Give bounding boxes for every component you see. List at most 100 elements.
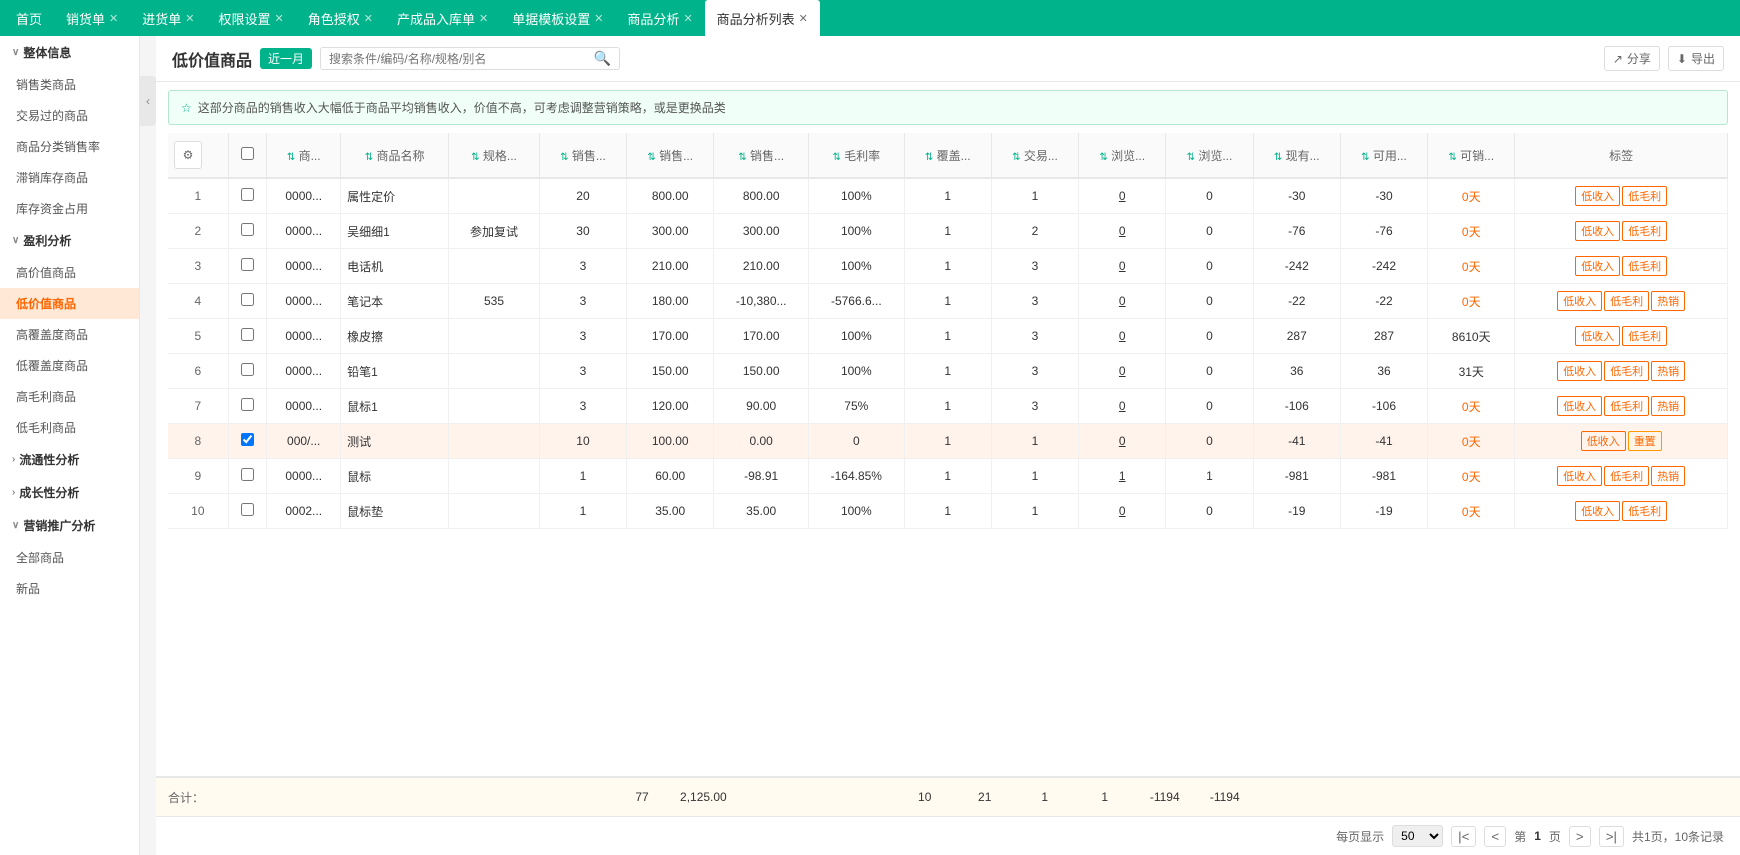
footer-spacer6 bbox=[735, 786, 815, 808]
sidebar-item-stock-fund[interactable]: 库存资金占用 bbox=[0, 193, 139, 224]
sidebar-item-traded-goods[interactable]: 交易过的商品 bbox=[0, 100, 139, 131]
col-current-stock[interactable]: ⇅ 现有... bbox=[1253, 133, 1340, 178]
cell-code: 0000... bbox=[267, 284, 341, 319]
total-records: 共1页，10条记录 bbox=[1632, 828, 1724, 845]
sidebar-item-low-profit[interactable]: 低毛利商品 bbox=[0, 412, 139, 443]
nav-analysis-list[interactable]: 商品分析列表 ✕ bbox=[705, 0, 820, 36]
first-page-button[interactable]: |< bbox=[1451, 826, 1476, 847]
sidebar-item-high-value[interactable]: 高价值商品 bbox=[0, 257, 139, 288]
share-button[interactable]: ↗ 分享 bbox=[1604, 46, 1660, 71]
nav-analysis-close[interactable]: ✕ bbox=[683, 12, 692, 25]
col-sellable[interactable]: ⇅ 可销... bbox=[1428, 133, 1515, 178]
row-checkbox[interactable] bbox=[241, 398, 254, 411]
cell-current-stock: -106 bbox=[1253, 389, 1340, 424]
sidebar-group-overall-title[interactable]: ∨ 整体信息 bbox=[0, 36, 139, 69]
views1-link[interactable]: 1 bbox=[1119, 469, 1126, 483]
nav-purchase[interactable]: 进货单 ✕ bbox=[130, 0, 206, 36]
settings-button[interactable]: ⚙ bbox=[174, 141, 202, 169]
nav-analysis-list-close[interactable]: ✕ bbox=[799, 12, 808, 25]
table-container: ⚙ ⇅ 商... ⇅ 商品名称 ⇅ 规格... ⇅ 销售... ⇅ 销售... … bbox=[156, 133, 1740, 776]
nav-sales[interactable]: 销货单 ✕ bbox=[54, 0, 130, 36]
search-icon[interactable]: 🔍 bbox=[594, 50, 611, 67]
nav-permissions-close[interactable]: ✕ bbox=[275, 12, 284, 25]
col-margin[interactable]: ⇅ 毛利率 bbox=[808, 133, 904, 178]
cell-sales-amount: 170.00 bbox=[627, 319, 714, 354]
sidebar-item-low-value[interactable]: 低价值商品 bbox=[0, 288, 139, 319]
nav-permissions[interactable]: 权限设置 ✕ bbox=[206, 0, 295, 36]
nav-template-close[interactable]: ✕ bbox=[594, 12, 603, 25]
sidebar-toggle[interactable]: ‹ bbox=[140, 76, 156, 126]
sidebar-item-high-profit[interactable]: 高毛利商品 bbox=[0, 381, 139, 412]
views1-link[interactable]: 0 bbox=[1119, 259, 1126, 273]
cell-coverage: 1 bbox=[904, 424, 991, 459]
col-spec[interactable]: ⇅ 规格... bbox=[449, 133, 540, 178]
row-checkbox[interactable] bbox=[241, 433, 254, 446]
select-all-checkbox[interactable] bbox=[241, 147, 254, 160]
col-coverage[interactable]: ⇅ 覆盖... bbox=[904, 133, 991, 178]
per-page-select[interactable]: 50 100 200 bbox=[1392, 825, 1443, 847]
nav-sales-close[interactable]: ✕ bbox=[109, 12, 118, 25]
cell-sales-amount: 100.00 bbox=[627, 424, 714, 459]
sidebar-group-marketing-title[interactable]: ∨ 营销推广分析 bbox=[0, 509, 139, 542]
row-checkbox[interactable] bbox=[241, 223, 254, 236]
sidebar-group-growth-title[interactable]: › 成长性分析 bbox=[0, 476, 139, 509]
row-checkbox[interactable] bbox=[241, 293, 254, 306]
views1-link[interactable]: 0 bbox=[1119, 434, 1126, 448]
sort-icon-stock: ⇅ bbox=[1274, 152, 1282, 163]
cell-available: -22 bbox=[1340, 284, 1427, 319]
prev-page-button[interactable]: < bbox=[1484, 826, 1506, 847]
last-page-button[interactable]: >| bbox=[1599, 826, 1624, 847]
time-filter[interactable]: 近一月 bbox=[260, 48, 312, 69]
sidebar-item-slow-goods[interactable]: 滞销库存商品 bbox=[0, 162, 139, 193]
col-views2[interactable]: ⇅ 浏览... bbox=[1166, 133, 1253, 178]
views1-link[interactable]: 0 bbox=[1119, 329, 1126, 343]
sidebar-item-category-sales[interactable]: 商品分类销售率 bbox=[0, 131, 139, 162]
nav-template[interactable]: 单据模板设置 ✕ bbox=[500, 0, 615, 36]
col-trade[interactable]: ⇅ 交易... bbox=[991, 133, 1078, 178]
row-checkbox[interactable] bbox=[241, 188, 254, 201]
nav-warehouse-close[interactable]: ✕ bbox=[479, 12, 488, 25]
cell-code: 0000... bbox=[267, 319, 341, 354]
cell-margin: 100% bbox=[808, 494, 904, 529]
row-checkbox[interactable] bbox=[241, 503, 254, 516]
views1-link[interactable]: 0 bbox=[1119, 504, 1126, 518]
views1-link[interactable]: 0 bbox=[1119, 224, 1126, 238]
search-input[interactable] bbox=[329, 52, 590, 66]
sidebar-item-all-goods[interactable]: 全部商品 bbox=[0, 542, 139, 573]
views1-link[interactable]: 0 bbox=[1119, 364, 1126, 378]
col-available[interactable]: ⇅ 可用... bbox=[1340, 133, 1427, 178]
col-views1[interactable]: ⇅ 浏览... bbox=[1079, 133, 1166, 178]
views1-link[interactable]: 0 bbox=[1119, 189, 1126, 203]
sidebar-item-sales-goods[interactable]: 销售类商品 bbox=[0, 69, 139, 100]
sidebar-group-liquidity-title[interactable]: › 流通性分析 bbox=[0, 443, 139, 476]
footer-cells: 77 2,125.00 10 21 1 1 -1194 -1194 bbox=[212, 786, 1255, 808]
sidebar-group-marketing: ∨ 营销推广分析 全部商品 新品 bbox=[0, 509, 139, 604]
cell-trade: 3 bbox=[991, 284, 1078, 319]
col-sales-qty[interactable]: ⇅ 销售... bbox=[539, 133, 626, 178]
col-code[interactable]: ⇅ 商... bbox=[267, 133, 341, 178]
sidebar-item-new-goods[interactable]: 新品 bbox=[0, 573, 139, 604]
next-page-button[interactable]: > bbox=[1569, 826, 1591, 847]
nav-purchase-close[interactable]: ✕ bbox=[185, 12, 194, 25]
col-name[interactable]: ⇅ 商品名称 bbox=[341, 133, 449, 178]
row-checkbox[interactable] bbox=[241, 468, 254, 481]
row-checkbox[interactable] bbox=[241, 363, 254, 376]
sidebar-item-low-coverage[interactable]: 低覆盖度商品 bbox=[0, 350, 139, 381]
col-sales-cost[interactable]: ⇅ 销售... bbox=[714, 133, 809, 178]
views1-link[interactable]: 0 bbox=[1119, 399, 1126, 413]
cell-num: 10 bbox=[168, 494, 228, 529]
nav-roles[interactable]: 角色授权 ✕ bbox=[296, 0, 385, 36]
nav-analysis[interactable]: 商品分析 ✕ bbox=[615, 0, 704, 36]
nav-roles-close[interactable]: ✕ bbox=[364, 12, 373, 25]
cell-tags: 低收入低毛利 bbox=[1515, 319, 1728, 354]
views1-link[interactable]: 0 bbox=[1119, 294, 1126, 308]
col-sales-amount[interactable]: ⇅ 销售... bbox=[627, 133, 714, 178]
cell-spec bbox=[449, 424, 540, 459]
nav-warehouse[interactable]: 产成品入库单 ✕ bbox=[385, 0, 500, 36]
nav-home[interactable]: 首页 bbox=[4, 0, 54, 36]
row-checkbox[interactable] bbox=[241, 258, 254, 271]
sidebar-group-profit-title[interactable]: ∨ 盈利分析 bbox=[0, 224, 139, 257]
export-button[interactable]: ⬇ 导出 bbox=[1668, 46, 1724, 71]
sidebar-item-high-coverage[interactable]: 高覆盖度商品 bbox=[0, 319, 139, 350]
row-checkbox[interactable] bbox=[241, 328, 254, 341]
